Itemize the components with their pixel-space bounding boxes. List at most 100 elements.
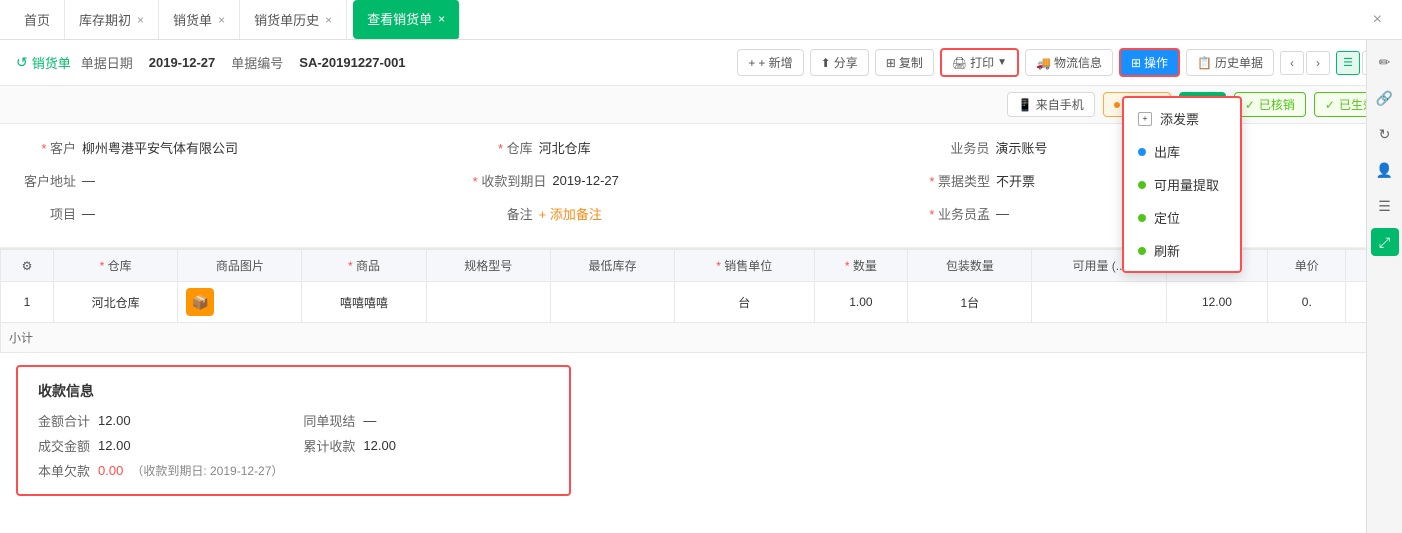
cumulative-receipt-item: 累计收款 12.00 bbox=[303, 436, 548, 455]
cell-stock: 12.00 bbox=[1166, 282, 1267, 323]
total-amount-value: 12.00 bbox=[98, 413, 131, 428]
sold-label: 已核销 bbox=[1259, 96, 1295, 113]
sidebar-link-icon[interactable]: 🔗 bbox=[1371, 84, 1399, 112]
cell-quantity: 1.00 bbox=[814, 282, 908, 323]
cell-unit-price: 0. bbox=[1268, 282, 1346, 323]
nav-arrows: ‹ › bbox=[1280, 51, 1330, 75]
dropdown-available-qty[interactable]: 可用量提取 bbox=[1124, 168, 1240, 201]
summary-grid: 金额合计 12.00 同单现结 — 成交金额 12.00 累计收款 12.00 … bbox=[38, 411, 549, 480]
not-open-dot bbox=[1114, 102, 1120, 108]
sidebar-rotate-icon[interactable]: ↻ bbox=[1371, 120, 1399, 148]
project-field: 项目 — bbox=[16, 204, 473, 223]
payment-date-value: 2019-12-27 bbox=[552, 171, 619, 190]
outbound-label: 出库 bbox=[1154, 142, 1180, 161]
tab-sales-order-close[interactable]: × bbox=[218, 13, 225, 27]
print-button[interactable]: 🖨 打印 ▼ bbox=[940, 48, 1019, 77]
sidebar-expand-icon[interactable]: ⤢ bbox=[1371, 228, 1399, 256]
close-all-button[interactable]: × bbox=[1363, 11, 1392, 29]
logistics-icon: 🚚 bbox=[1036, 56, 1051, 70]
history-label: 历史单据 bbox=[1215, 54, 1263, 71]
summary-section: 收款信息 金额合计 12.00 同单现结 — 成交金额 12.00 累计收款 1… bbox=[0, 353, 1402, 518]
new-button[interactable]: + + 新增 bbox=[737, 49, 803, 76]
product-image: 📦 bbox=[186, 288, 214, 316]
share-icon: ⬆ bbox=[821, 56, 831, 70]
same-order-settle-value: — bbox=[363, 413, 376, 428]
prev-arrow[interactable]: ‹ bbox=[1280, 51, 1304, 75]
add-invoice-icon: + bbox=[1138, 112, 1152, 126]
tab-bar: 首页 库存期初 × 销货单 × 销货单历史 × 查看销货单 × × bbox=[0, 0, 1402, 40]
sales-rep-label: 业务员孟 bbox=[929, 204, 990, 223]
cumulative-receipt-label: 累计收款 bbox=[303, 436, 355, 455]
tab-sales-order[interactable]: 销货单 × bbox=[159, 0, 240, 39]
current-owed-label: 本单欠款 bbox=[38, 461, 90, 480]
dropdown-outbound[interactable]: 出库 bbox=[1124, 135, 1240, 168]
col-settings[interactable]: ⚙ bbox=[1, 250, 54, 282]
summary-title: 收款信息 bbox=[38, 381, 549, 401]
operations-icon: ⊞ bbox=[1131, 56, 1141, 70]
tab-inventory-init[interactable]: 库存期初 × bbox=[65, 0, 159, 39]
dropdown-refresh[interactable]: 刷新 bbox=[1124, 234, 1240, 267]
col-product-img: 商品图片 bbox=[178, 250, 302, 282]
salesperson-label: 业务员 bbox=[929, 138, 989, 157]
next-arrow[interactable]: › bbox=[1306, 51, 1330, 75]
copy-button[interactable]: ⊞ 复制 bbox=[875, 49, 934, 76]
doc-title-area: ↺ 销货单 单据日期 2019-12-27 单据编号 SA-20191227-0… bbox=[16, 53, 729, 72]
subtotal-label: 小计 bbox=[1, 323, 1402, 353]
remark-label: 备注 bbox=[473, 204, 533, 223]
sidebar-edit-icon[interactable]: ✏ bbox=[1371, 48, 1399, 76]
table-row: 1 河北仓库 📦 嘻嘻嘻嘻 台 1.00 1台 12.00 0. bbox=[1, 282, 1402, 323]
tab-sales-history-close[interactable]: × bbox=[325, 13, 332, 27]
dropdown-add-invoice[interactable]: + 添发票 bbox=[1124, 102, 1240, 135]
cell-product: 嘻嘻嘻嘻 bbox=[302, 282, 426, 323]
doc-header: ↺ 销货单 单据日期 2019-12-27 单据编号 SA-20191227-0… bbox=[0, 40, 1402, 86]
cell-pack-qty: 1台 bbox=[908, 282, 1032, 323]
tab-inventory-init-label: 库存期初 bbox=[79, 10, 131, 29]
tab-sales-history[interactable]: 销货单历史 × bbox=[240, 0, 347, 39]
dropdown-locate[interactable]: 定位 bbox=[1124, 201, 1240, 234]
refresh-label: 刷新 bbox=[1154, 241, 1180, 260]
available-qty-label: 可用量提取 bbox=[1154, 175, 1219, 194]
doc-number-label: 单据编号 bbox=[231, 53, 283, 72]
customer-label: 客户 bbox=[16, 138, 76, 157]
share-button[interactable]: ⬆ 分享 bbox=[810, 49, 869, 76]
operations-button[interactable]: ⊞ 操作 bbox=[1119, 48, 1180, 77]
tab-home[interactable]: 首页 bbox=[10, 0, 65, 39]
sidebar-list-icon[interactable]: ☰ bbox=[1371, 192, 1399, 220]
history-icon: 📋 bbox=[1197, 56, 1212, 70]
tab-view-sales[interactable]: 查看销货单 × bbox=[353, 0, 460, 39]
print-icon: 🖨 bbox=[952, 56, 967, 70]
cell-warehouse: 河北仓库 bbox=[54, 282, 178, 323]
tab-view-sales-close[interactable]: × bbox=[438, 12, 445, 26]
logistics-button[interactable]: 🚚 物流信息 bbox=[1025, 49, 1113, 76]
col-spec: 规格型号 bbox=[426, 250, 550, 282]
col-min-stock: 最低库存 bbox=[550, 250, 674, 282]
warehouse-label: 仓库 bbox=[473, 138, 533, 157]
list-view-button[interactable]: ☰ bbox=[1336, 51, 1360, 75]
payment-date-label: 收款到期日 bbox=[473, 171, 547, 190]
sales-rep-value: — bbox=[996, 204, 1009, 223]
current-owed-item: 本单欠款 0.00 （收款到期日: 2019-12-27） bbox=[38, 461, 283, 480]
sold-badge[interactable]: ✓ 已核销 bbox=[1234, 92, 1306, 117]
copy-icon: ⊞ bbox=[886, 56, 896, 70]
operations-dropdown: + 添发票 出库 可用量提取 定位 刷新 bbox=[1122, 96, 1242, 273]
tab-home-label: 首页 bbox=[24, 10, 50, 29]
same-order-settle-item: 同单现结 — bbox=[303, 411, 548, 430]
from-phone-button[interactable]: 📱 来自手机 bbox=[1007, 92, 1095, 117]
cell-spec bbox=[426, 282, 550, 323]
sold-icon: ✓ bbox=[1245, 98, 1255, 112]
outbound-dot bbox=[1138, 148, 1146, 156]
refresh-dot bbox=[1138, 247, 1146, 255]
sidebar-person-icon[interactable]: 👤 bbox=[1371, 156, 1399, 184]
from-phone-label: 来自手机 bbox=[1036, 96, 1084, 113]
address-field: 客户地址 — bbox=[16, 171, 473, 190]
col-pack-qty: 包装数量 bbox=[908, 250, 1032, 282]
cell-index: 1 bbox=[1, 282, 54, 323]
warehouse-field: 仓库 河北仓库 bbox=[473, 136, 930, 159]
available-qty-dot bbox=[1138, 181, 1146, 189]
remark-add-button[interactable]: + 添加备注 bbox=[539, 202, 602, 225]
col-product: 商品 bbox=[302, 250, 426, 282]
history-button[interactable]: 📋 历史单据 bbox=[1186, 49, 1274, 76]
tab-inventory-init-close[interactable]: × bbox=[137, 13, 144, 27]
customer-value: 柳州粤港平安气体有限公司 bbox=[82, 136, 238, 159]
cell-min-stock bbox=[550, 282, 674, 323]
